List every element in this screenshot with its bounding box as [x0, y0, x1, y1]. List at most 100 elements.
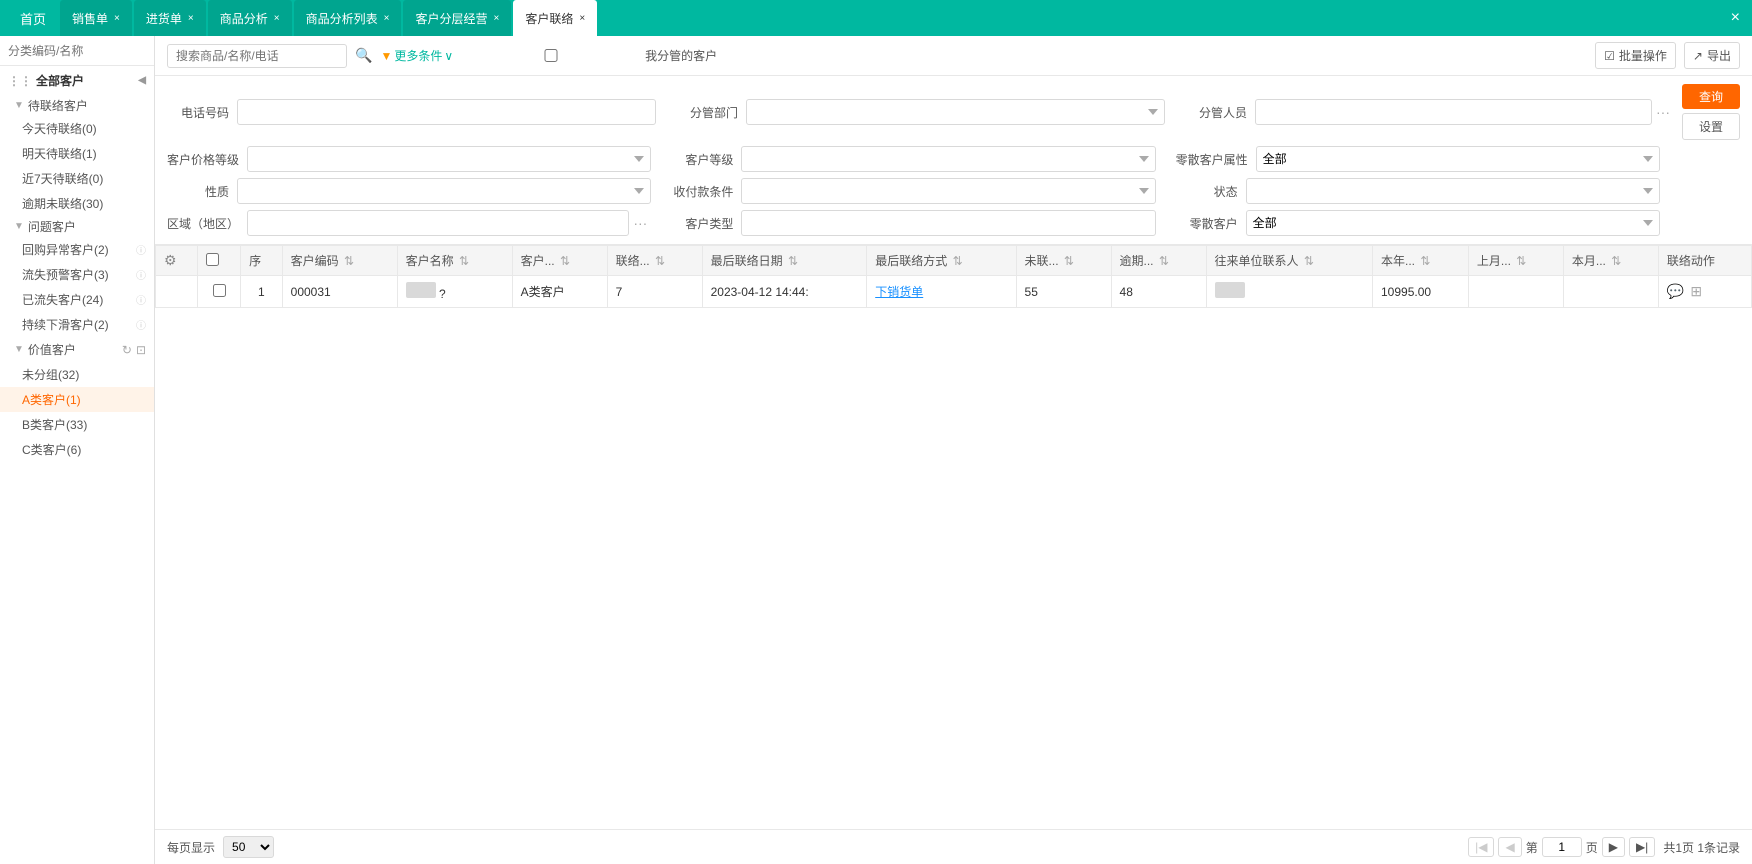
prev-page-button[interactable]: ◀ — [1498, 837, 1521, 857]
th-gear[interactable]: ⚙ — [156, 246, 198, 276]
info-icon-2[interactable]: ⓘ — [136, 292, 146, 307]
th-code[interactable]: 客户编码 ⇅ — [282, 246, 397, 276]
my-customers-checkbox[interactable]: 我分管的客户 — [461, 47, 717, 64]
sidebar-item-declining[interactable]: 持续下滑客户(2) ⓘ — [0, 312, 154, 337]
info-icon-1[interactable]: ⓘ — [136, 267, 146, 282]
person-input[interactable] — [1255, 99, 1652, 125]
th-checkbox[interactable] — [198, 246, 241, 276]
last-method-link[interactable]: 下销货单 — [875, 285, 923, 299]
global-close-button[interactable]: × — [1727, 5, 1744, 31]
page-size-select[interactable]: 50 10 20 100 — [223, 836, 274, 858]
td-last-method[interactable]: 下销货单 — [867, 276, 1016, 308]
price-level-select[interactable] — [247, 146, 651, 172]
region-input[interactable] — [247, 210, 629, 236]
message-icon[interactable]: 💬 — [1667, 283, 1684, 300]
export-button[interactable]: ↗ 导出 — [1684, 42, 1740, 69]
tab-product-analysis[interactable]: 商品分析 × — [208, 0, 292, 36]
sidebar-item-churned[interactable]: 已流失客户(24) ⓘ — [0, 287, 154, 312]
advanced-filter: 电话号码 分管部门 分管人员 ··· 查询 — [155, 76, 1752, 245]
sidebar-search-input[interactable] — [8, 44, 155, 58]
info-icon-3[interactable]: ⓘ — [136, 317, 146, 332]
all-customers-header[interactable]: ⋮⋮ 全部客户 ◀ — [0, 66, 154, 95]
tab-product-analysis-list[interactable]: 商品分析列表 × — [294, 0, 402, 36]
close-sales-tab[interactable]: × — [114, 13, 120, 24]
tab-sales[interactable]: 销售单 × — [60, 0, 132, 36]
sidebar-item-today[interactable]: 今天待联络(0) — [0, 116, 154, 141]
first-page-button[interactable]: |◀ — [1468, 837, 1494, 857]
close-purchase-tab[interactable]: × — [188, 13, 194, 24]
sidebar-item-unclassified[interactable]: 未分组(32) — [0, 362, 154, 387]
next-page-button[interactable]: ▶ — [1602, 837, 1625, 857]
search-button[interactable]: 🔍 — [355, 47, 372, 64]
qr-icon[interactable]: ⊞ — [1690, 283, 1702, 300]
home-tab[interactable]: 首页 — [8, 0, 58, 36]
gear-icon[interactable]: ⚙ — [164, 252, 177, 268]
close-customer-contact-tab[interactable]: × — [579, 13, 585, 24]
value-refresh-icon[interactable]: ↻ — [122, 343, 132, 357]
sort-cp-icon: ⇅ — [1304, 254, 1314, 268]
page-input[interactable] — [1542, 837, 1582, 857]
query-button[interactable]: 查询 — [1682, 84, 1740, 109]
sidebar-item-repeat-abnormal[interactable]: 回购异常客户(2) ⓘ — [0, 237, 154, 262]
sidebar-item-7days[interactable]: 近7天待联络(0) — [0, 166, 154, 191]
settings-button[interactable]: 设置 — [1682, 113, 1740, 140]
select-all-checkbox[interactable] — [206, 253, 219, 266]
sidebar-item-class-b[interactable]: B类客户(33) — [0, 412, 154, 437]
retail-select[interactable]: 全部 — [1246, 210, 1660, 236]
status-select[interactable] — [1246, 178, 1660, 204]
th-contact[interactable]: 联络... ⇅ — [607, 246, 702, 276]
th-last-method[interactable]: 最后联络方式 ⇅ — [867, 246, 1016, 276]
td-uncontacted: 55 — [1016, 276, 1111, 308]
tab-purchase[interactable]: 进货单 × — [134, 0, 206, 36]
sort-method-icon: ⇅ — [953, 254, 963, 268]
close-product-analysis-tab[interactable]: × — [274, 13, 280, 24]
sidebar-item-churn-warning[interactable]: 流失预警客户(3) ⓘ — [0, 262, 154, 287]
nature-select[interactable] — [237, 178, 651, 204]
th-uncontacted[interactable]: 未联... ⇅ — [1016, 246, 1111, 276]
value-edit-icon[interactable]: ⊡ — [136, 343, 146, 357]
th-last-date[interactable]: 最后联络日期 ⇅ — [702, 246, 867, 276]
sort-contact-icon: ⇅ — [655, 254, 665, 268]
customer-level-select[interactable] — [741, 146, 1155, 172]
sidebar-item-class-a[interactable]: A类客户(1) — [0, 387, 154, 412]
row-checkbox[interactable] — [213, 284, 226, 297]
th-this-year[interactable]: 本年... ⇅ — [1373, 246, 1469, 276]
person-dots-button[interactable]: ··· — [1652, 104, 1674, 120]
problem-customers-category[interactable]: ▼ 问题客户 — [0, 216, 154, 237]
search-input[interactable] — [167, 44, 347, 68]
th-contact-person[interactable]: 往来单位联系人 ⇅ — [1206, 246, 1373, 276]
page-size-label: 每页显示 — [167, 839, 215, 856]
th-this-month[interactable]: 本月... ⇅ — [1563, 246, 1658, 276]
phone-input[interactable] — [237, 99, 656, 125]
info-icon-0[interactable]: ⓘ — [136, 242, 146, 257]
sidebar-item-tomorrow[interactable]: 明天待联络(1) — [0, 141, 154, 166]
sidebar-item-overdue[interactable]: 逾期未联络(30) — [0, 191, 154, 216]
my-customers-checkbox-input[interactable] — [461, 49, 641, 62]
pending-contact-category[interactable]: ▼ 待联络客户 — [0, 95, 154, 116]
batch-op-button[interactable]: ☑ 批量操作 — [1595, 42, 1676, 69]
more-filters-button[interactable]: ▼ 更多条件 ∨ — [380, 47, 453, 64]
filter-actions: 查询 设置 — [1682, 84, 1740, 140]
close-product-analysis-list-tab[interactable]: × — [384, 13, 390, 24]
th-name[interactable]: 客户名称 ⇅ — [397, 246, 512, 276]
payment-select[interactable] — [741, 178, 1155, 204]
customer-type-input[interactable] — [741, 210, 1155, 236]
region-dots-button[interactable]: ··· — [629, 215, 651, 231]
filter-cell-retail: 零散客户 全部 — [1176, 210, 1660, 236]
retail-attr-select[interactable]: 全部 — [1256, 146, 1660, 172]
sidebar-item-class-c[interactable]: C类客户(6) — [0, 437, 154, 462]
th-overdue[interactable]: 逾期... ⇅ — [1111, 246, 1206, 276]
th-last-month[interactable]: 上月... ⇅ — [1468, 246, 1563, 276]
status-label: 状态 — [1176, 183, 1246, 200]
tab-customer-contact[interactable]: 客户联络 × — [513, 0, 597, 36]
bottom-bar: 每页显示 50 10 20 100 |◀ ◀ 第 页 ▶ ▶| 共1页 1条记录 — [155, 829, 1752, 864]
close-customer-segment-tab[interactable]: × — [493, 13, 499, 24]
page-of-label: 页 — [1586, 839, 1598, 856]
value-customers-header[interactable]: ▼ 价值客户 ↻ ⊡ — [0, 337, 154, 362]
dept-select[interactable] — [746, 99, 1165, 125]
td-checkbox[interactable] — [198, 276, 241, 308]
th-category[interactable]: 客户... ⇅ — [512, 246, 607, 276]
sort-cat-icon: ⇅ — [560, 254, 570, 268]
tab-customer-segment[interactable]: 客户分层经营 × — [403, 0, 511, 36]
last-page-button[interactable]: ▶| — [1629, 837, 1655, 857]
